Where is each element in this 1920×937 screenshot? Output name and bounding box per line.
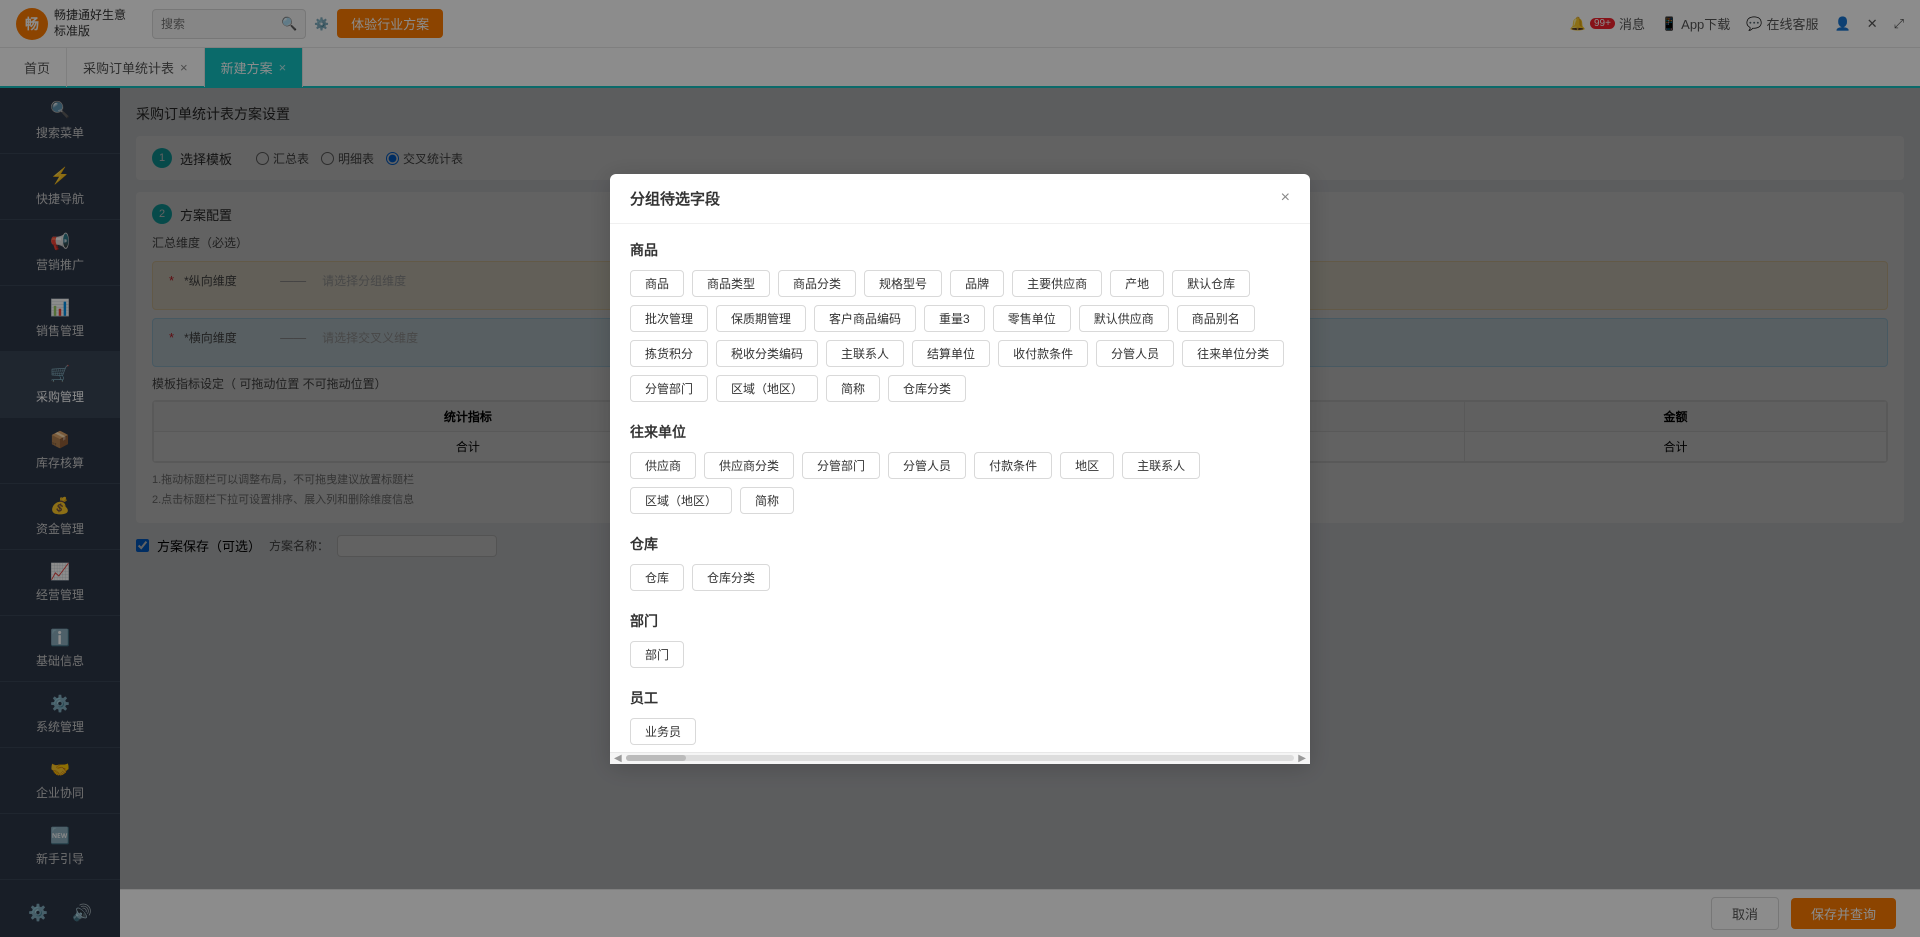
scrollbar-track bbox=[626, 755, 1295, 761]
modal-title: 分组待选字段 bbox=[630, 188, 720, 209]
field-tags-3: 部门 bbox=[630, 641, 1290, 668]
field-tag-1-5[interactable]: 地区 bbox=[1060, 452, 1114, 479]
field-tag-0-21[interactable]: 往来单位分类 bbox=[1182, 340, 1284, 367]
field-tag-0-7[interactable]: 默认仓库 bbox=[1172, 270, 1250, 297]
field-tag-2-0[interactable]: 仓库 bbox=[630, 564, 684, 591]
field-tag-3-0[interactable]: 部门 bbox=[630, 641, 684, 668]
field-tag-2-1[interactable]: 仓库分类 bbox=[692, 564, 770, 591]
field-group-2: 仓库仓库仓库分类 bbox=[630, 534, 1290, 591]
field-tag-0-25[interactable]: 仓库分类 bbox=[888, 375, 966, 402]
field-tag-1-3[interactable]: 分管人员 bbox=[888, 452, 966, 479]
field-tag-0-14[interactable]: 商品别名 bbox=[1177, 305, 1255, 332]
modal-close-button[interactable]: × bbox=[1281, 189, 1290, 207]
modal-horizontal-scrollbar[interactable]: ◀ ▶ bbox=[610, 752, 1310, 764]
field-group-title-3: 部门 bbox=[630, 611, 1290, 631]
modal-header: 分组待选字段 × bbox=[610, 174, 1310, 224]
scroll-right-arrow[interactable]: ▶ bbox=[1298, 753, 1306, 764]
field-tag-1-4[interactable]: 付款条件 bbox=[974, 452, 1052, 479]
field-tag-0-12[interactable]: 零售单位 bbox=[993, 305, 1071, 332]
field-tag-0-5[interactable]: 主要供应商 bbox=[1012, 270, 1102, 297]
field-tag-0-16[interactable]: 税收分类编码 bbox=[716, 340, 818, 367]
field-tag-0-8[interactable]: 批次管理 bbox=[630, 305, 708, 332]
field-tag-0-20[interactable]: 分管人员 bbox=[1096, 340, 1174, 367]
field-tag-0-10[interactable]: 客户商品编码 bbox=[814, 305, 916, 332]
field-tag-1-0[interactable]: 供应商 bbox=[630, 452, 696, 479]
field-tag-1-8[interactable]: 简称 bbox=[740, 487, 794, 514]
field-tag-0-3[interactable]: 规格型号 bbox=[864, 270, 942, 297]
field-tag-0-13[interactable]: 默认供应商 bbox=[1079, 305, 1169, 332]
field-tags-1: 供应商供应商分类分管部门分管人员付款条件地区主联系人区域（地区） 简称 bbox=[630, 452, 1290, 514]
field-tag-0-11[interactable]: 重量3 bbox=[924, 305, 985, 332]
field-tags-0: 商品商品类型商品分类规格型号品牌主要供应商产地默认仓库批次管理保质期管理客户商品… bbox=[630, 270, 1290, 402]
field-group-title-1: 往来单位 bbox=[630, 422, 1290, 442]
field-tag-0-22[interactable]: 分管部门 bbox=[630, 375, 708, 402]
field-tag-0-6[interactable]: 产地 bbox=[1110, 270, 1164, 297]
field-tag-0-19[interactable]: 收付款条件 bbox=[998, 340, 1088, 367]
field-tag-0-1[interactable]: 商品类型 bbox=[692, 270, 770, 297]
modal-body[interactable]: 商品商品商品类型商品分类规格型号品牌主要供应商产地默认仓库批次管理保质期管理客户… bbox=[610, 224, 1310, 752]
field-group-title-2: 仓库 bbox=[630, 534, 1290, 554]
field-group-1: 往来单位供应商供应商分类分管部门分管人员付款条件地区主联系人区域（地区） 简称 bbox=[630, 422, 1290, 514]
field-tag-0-0[interactable]: 商品 bbox=[630, 270, 684, 297]
field-group-title-4: 员工 bbox=[630, 688, 1290, 708]
field-tag-0-18[interactable]: 结算单位 bbox=[912, 340, 990, 367]
field-tag-0-15[interactable]: 拣货积分 bbox=[630, 340, 708, 367]
field-tag-1-2[interactable]: 分管部门 bbox=[802, 452, 880, 479]
field-tag-1-7[interactable]: 区域（地区） bbox=[630, 487, 732, 514]
scrollbar-thumb bbox=[626, 755, 686, 761]
field-tag-4-0[interactable]: 业务员 bbox=[630, 718, 696, 745]
field-tag-0-4[interactable]: 品牌 bbox=[950, 270, 1004, 297]
field-tag-1-1[interactable]: 供应商分类 bbox=[704, 452, 794, 479]
field-group-3: 部门部门 bbox=[630, 611, 1290, 668]
field-tag-0-17[interactable]: 主联系人 bbox=[826, 340, 904, 367]
modal-dialog: 分组待选字段 × 商品商品商品类型商品分类规格型号品牌主要供应商产地默认仓库批次… bbox=[610, 174, 1310, 764]
field-tag-0-24[interactable]: 简称 bbox=[826, 375, 880, 402]
field-tags-4: 业务员 bbox=[630, 718, 1290, 745]
field-group-4: 员工业务员 bbox=[630, 688, 1290, 745]
field-group-title-0: 商品 bbox=[630, 240, 1290, 260]
field-tag-1-6[interactable]: 主联系人 bbox=[1122, 452, 1200, 479]
field-tags-2: 仓库仓库分类 bbox=[630, 564, 1290, 591]
field-tag-0-2[interactable]: 商品分类 bbox=[778, 270, 856, 297]
scroll-left-arrow[interactable]: ◀ bbox=[614, 753, 622, 764]
modal-overlay: 分组待选字段 × 商品商品商品类型商品分类规格型号品牌主要供应商产地默认仓库批次… bbox=[0, 0, 1920, 937]
field-tag-0-9[interactable]: 保质期管理 bbox=[716, 305, 806, 332]
field-group-0: 商品商品商品类型商品分类规格型号品牌主要供应商产地默认仓库批次管理保质期管理客户… bbox=[630, 240, 1290, 402]
field-tag-0-23[interactable]: 区域（地区） bbox=[716, 375, 818, 402]
